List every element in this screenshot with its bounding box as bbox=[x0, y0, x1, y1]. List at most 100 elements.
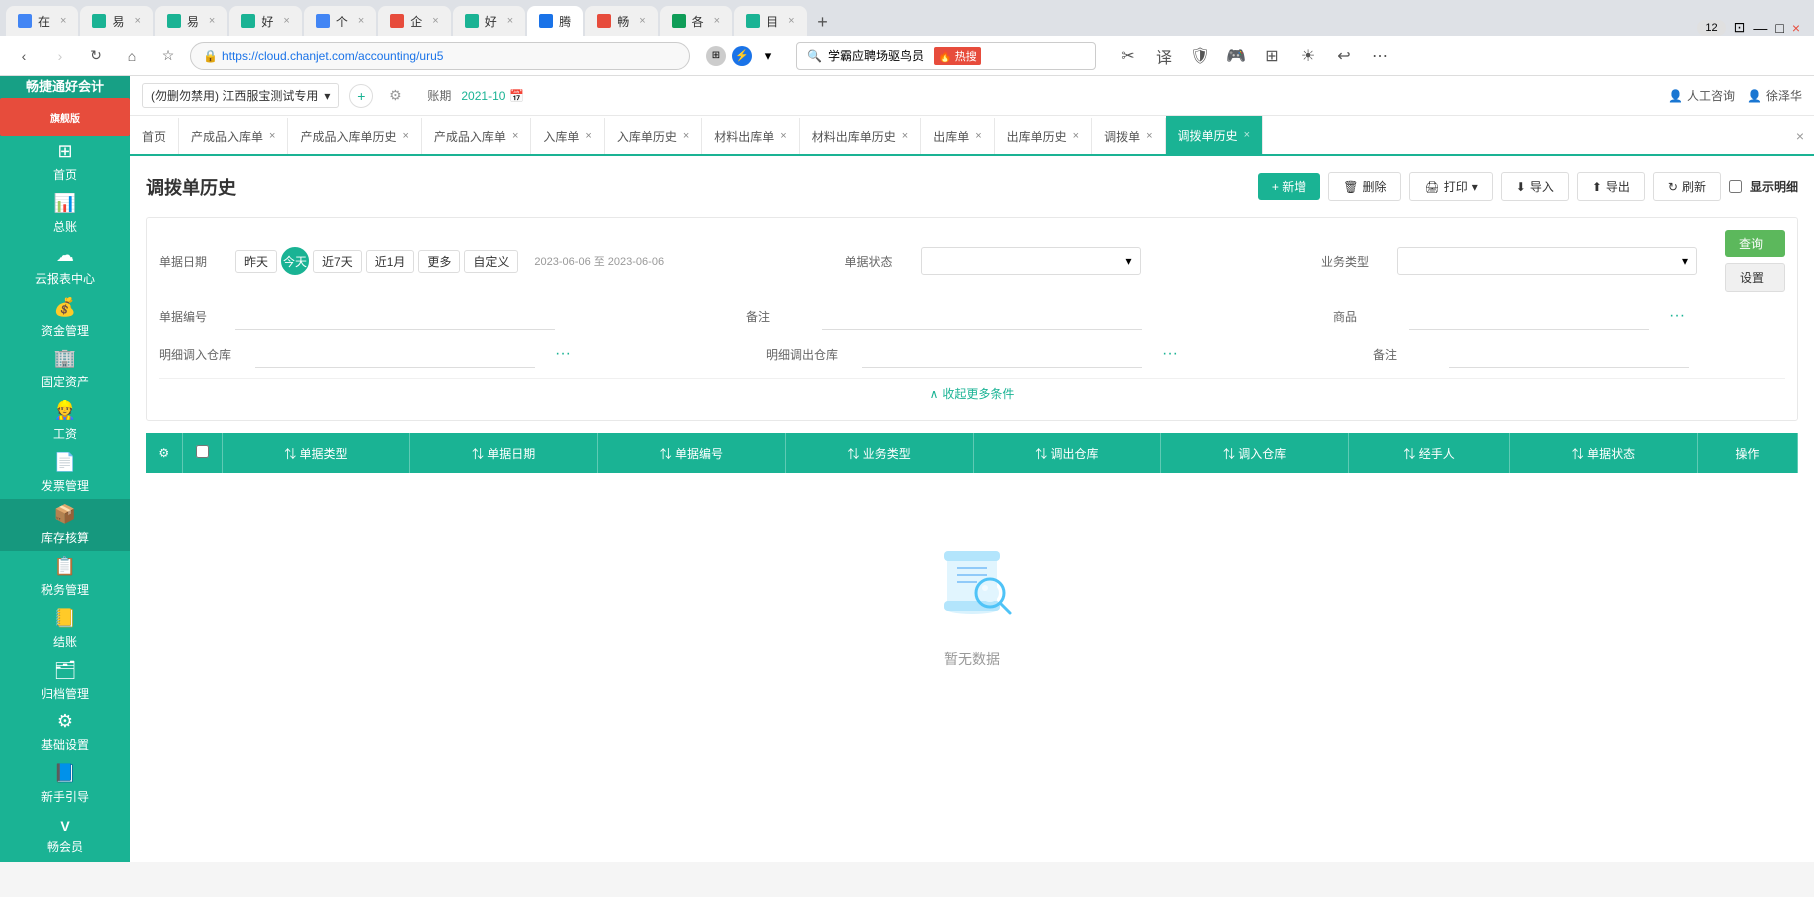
tab-close-fg-in2[interactable]: × bbox=[512, 130, 518, 142]
doc-num-input[interactable] bbox=[235, 302, 555, 330]
browser-tab-4[interactable]: 好 × bbox=[229, 6, 301, 36]
new-tab-btn[interactable]: + bbox=[809, 8, 837, 36]
tab-close-9[interactable]: × bbox=[639, 15, 645, 27]
tab-stock-in-hist[interactable]: 入库单历史 × bbox=[605, 118, 702, 154]
more-icon[interactable]: ⋯ bbox=[1366, 42, 1394, 70]
tab-close-transfer-hist[interactable]: × bbox=[1244, 129, 1250, 141]
tab-close-material-out[interactable]: × bbox=[780, 130, 786, 142]
date-btn-7days[interactable]: 近7天 bbox=[313, 250, 362, 273]
tab-finished-goods-in-hist[interactable]: 产成品入库单历史 × bbox=[288, 118, 421, 154]
detail-out-input[interactable] bbox=[862, 340, 1142, 368]
sidebar-item-ledger[interactable]: 📊 总账 bbox=[0, 188, 130, 240]
sidebar-item-cloud-report[interactable]: ☁ 云报表中心 bbox=[0, 240, 130, 292]
tab-finished-goods-in2[interactable]: 产成品入库单 × bbox=[422, 118, 531, 154]
tab-material-out-hist[interactable]: 材料出库单历史 × bbox=[800, 118, 921, 154]
tab-home[interactable]: 首页 bbox=[130, 118, 179, 154]
remark-input[interactable] bbox=[822, 302, 1142, 330]
browser-tab-2[interactable]: 易 × bbox=[80, 6, 152, 36]
tab-close-7[interactable]: × bbox=[507, 15, 513, 27]
user-profile-btn[interactable]: 👤 徐泽华 bbox=[1747, 87, 1802, 104]
sidebar-item-tax[interactable]: 📋 税务管理 bbox=[0, 551, 130, 603]
status-select[interactable]: ▾ bbox=[921, 247, 1141, 275]
windows-btn[interactable]: ⊡ bbox=[1734, 19, 1746, 36]
detail-remark-input[interactable] bbox=[1449, 340, 1689, 368]
add-company-btn[interactable]: + bbox=[349, 84, 373, 108]
sidebar-item-guide[interactable]: 📘 新手引导 bbox=[0, 758, 130, 810]
th-out-warehouse[interactable]: ⇅ 调出仓库 bbox=[973, 433, 1161, 473]
table-settings-col[interactable]: ⚙ bbox=[146, 433, 182, 473]
detail-in-input[interactable] bbox=[255, 340, 535, 368]
tab-close-11[interactable]: × bbox=[788, 15, 794, 27]
browser-tab-7[interactable]: 好 × bbox=[453, 6, 525, 36]
tab-transfer-hist[interactable]: 调拨单历史 × bbox=[1166, 116, 1263, 154]
sidebar-item-assets[interactable]: 🏢 固定资产 bbox=[0, 343, 130, 395]
date-btn-today[interactable]: 今天 bbox=[281, 247, 309, 275]
date-btn-1month[interactable]: 近1月 bbox=[366, 250, 415, 273]
tab-close-stock-out-hist[interactable]: × bbox=[1073, 130, 1079, 142]
th-in-warehouse[interactable]: ⇅ 调入仓库 bbox=[1161, 433, 1349, 473]
sidebar-item-settings[interactable]: ⚙ 基础设置 bbox=[0, 706, 130, 758]
tab-close-fg-in-hist[interactable]: × bbox=[402, 130, 408, 142]
back-btn[interactable]: ‹ bbox=[10, 42, 38, 70]
sidebar-item-invoice[interactable]: 📄 发票管理 bbox=[0, 447, 130, 499]
translate-icon[interactable]: 译 bbox=[1150, 42, 1178, 70]
tab-close-2[interactable]: × bbox=[134, 15, 140, 27]
table-checkbox-col[interactable] bbox=[182, 433, 222, 473]
th-date[interactable]: ⇅ 单据日期 bbox=[410, 433, 598, 473]
home-btn[interactable]: ⌂ bbox=[118, 42, 146, 70]
tab-close-10[interactable]: × bbox=[714, 15, 720, 27]
maximize-btn[interactable]: □ bbox=[1775, 20, 1783, 36]
refresh-browser-btn[interactable]: ↻ bbox=[82, 42, 110, 70]
user-service-btn[interactable]: 👤 人工咨询 bbox=[1668, 87, 1735, 104]
ext-btn[interactable]: ⊞ bbox=[706, 46, 726, 66]
select-all-checkbox[interactable] bbox=[196, 445, 209, 458]
theme-icon[interactable]: ☀ bbox=[1294, 42, 1322, 70]
th-handler[interactable]: ⇅ 经手人 bbox=[1349, 433, 1510, 473]
tab-close-transfer[interactable]: × bbox=[1146, 130, 1152, 142]
tab-stock-out-hist[interactable]: 出库单历史 × bbox=[995, 118, 1092, 154]
ext-lightning[interactable]: ⚡ bbox=[732, 46, 752, 66]
sidebar-item-home[interactable]: ⊞ 首页 bbox=[0, 136, 130, 188]
tab-transfer[interactable]: 调拨单 × bbox=[1092, 118, 1165, 154]
browser-tab-3[interactable]: 易 × bbox=[155, 6, 227, 36]
forward-btn[interactable]: › bbox=[46, 42, 74, 70]
url-bar[interactable]: 🔒 https://cloud.chanjet.com/accounting/u… bbox=[190, 42, 690, 70]
th-status[interactable]: ⇅ 单据状态 bbox=[1510, 433, 1698, 473]
browser-tab-5[interactable]: 个 × bbox=[304, 6, 376, 36]
query-btn[interactable]: 查询 bbox=[1725, 230, 1785, 257]
export-btn[interactable]: ⬆ 导出 bbox=[1577, 172, 1645, 201]
company-settings-btn[interactable]: ⚙ bbox=[383, 84, 407, 108]
browser-tab-6[interactable]: 企 × bbox=[378, 6, 450, 36]
goods-more-btn[interactable]: ··· bbox=[1665, 307, 1689, 325]
browser-tab-1[interactable]: 在 × bbox=[6, 6, 78, 36]
settings-btn[interactable]: 设置 bbox=[1725, 263, 1785, 292]
close-window-btn[interactable]: × bbox=[1792, 20, 1800, 36]
tab-close-5[interactable]: × bbox=[358, 15, 364, 27]
detail-in-more-btn[interactable]: ··· bbox=[551, 345, 575, 363]
browser-tab-active[interactable]: 腾 bbox=[527, 6, 583, 36]
collapse-btn[interactable]: ∧ 收起更多条件 bbox=[159, 378, 1785, 408]
date-btn-more[interactable]: 更多 bbox=[418, 250, 460, 273]
star-btn[interactable]: ☆ bbox=[154, 42, 182, 70]
tab-close-6[interactable]: × bbox=[432, 15, 438, 27]
tab-close-3[interactable]: × bbox=[209, 15, 215, 27]
browser-tab-11[interactable]: 目 × bbox=[734, 6, 806, 36]
column-settings-icon[interactable]: ⚙ bbox=[158, 446, 169, 460]
display-checkbox[interactable] bbox=[1729, 180, 1742, 193]
delete-btn[interactable]: 🗑 删除 bbox=[1328, 172, 1401, 201]
game-icon[interactable]: 🎮 bbox=[1222, 42, 1250, 70]
display-toggle[interactable]: 显示明细 bbox=[1729, 178, 1798, 195]
sidebar-item-salary[interactable]: 👷 工资 bbox=[0, 395, 130, 447]
detail-out-more-btn[interactable]: ··· bbox=[1158, 345, 1182, 363]
tab-material-out[interactable]: 材料出库单 × bbox=[702, 118, 799, 154]
browser-tab-9[interactable]: 畅 × bbox=[585, 6, 657, 36]
sidebar-item-member[interactable]: V 畅会员 bbox=[0, 810, 130, 862]
tab-close-1[interactable]: × bbox=[60, 15, 66, 27]
undo-icon[interactable]: ↩ bbox=[1330, 42, 1358, 70]
tab-stock-out[interactable]: 出库单 × bbox=[921, 118, 994, 154]
date-btn-custom[interactable]: 自定义 bbox=[464, 250, 518, 273]
browser-search-bar[interactable]: 🔍 学霸应聘场驱鸟员 🔥 热搜 bbox=[796, 42, 1096, 70]
biz-type-select[interactable]: ▾ bbox=[1397, 247, 1697, 275]
tab-close-stock-in-hist[interactable]: × bbox=[683, 130, 689, 142]
company-selector[interactable]: (勿删勿禁用) 江西服宝测试专用 ▾ bbox=[142, 83, 339, 108]
